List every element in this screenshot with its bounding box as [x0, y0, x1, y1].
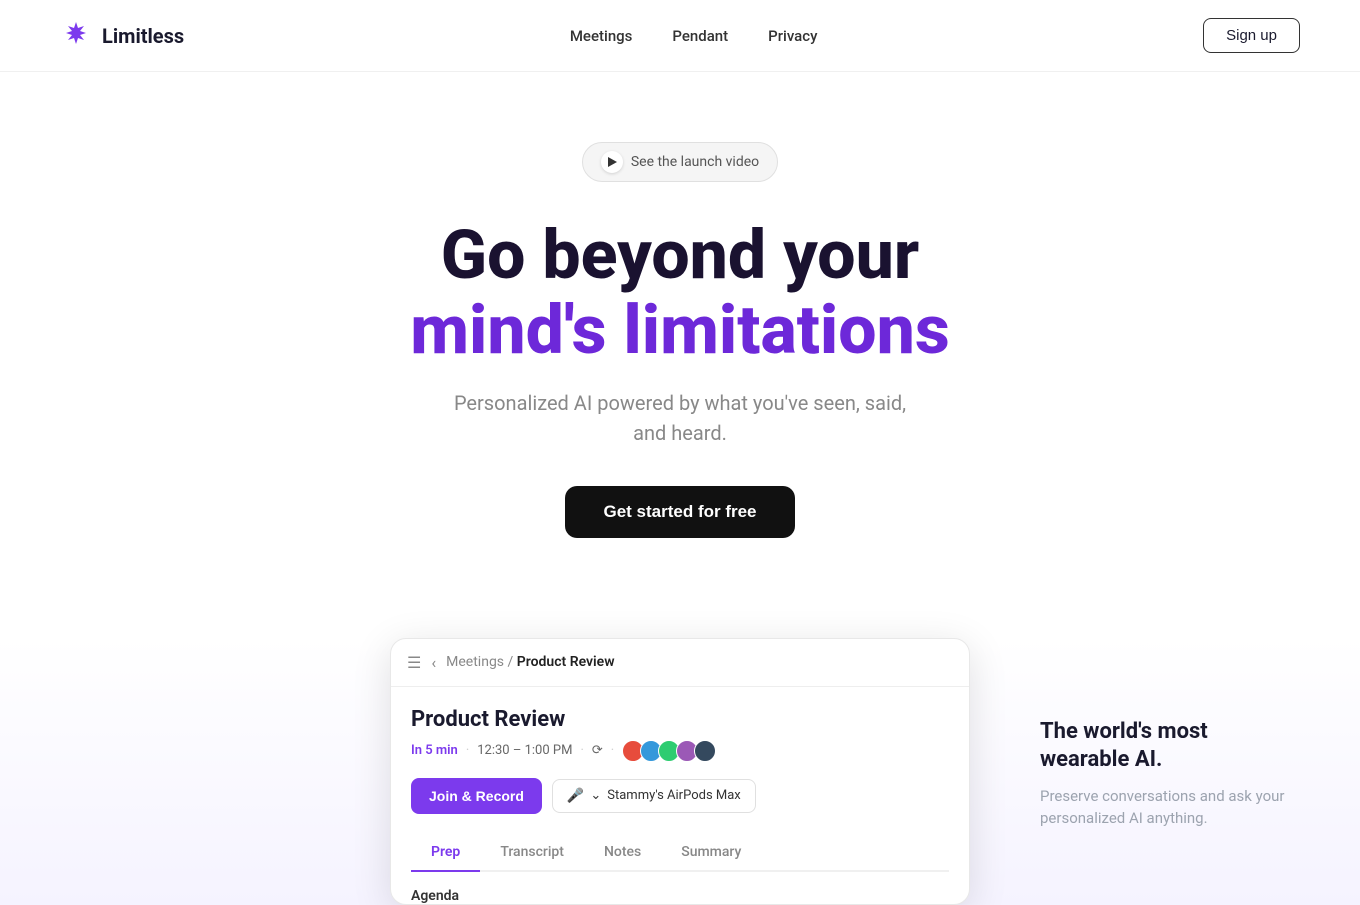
meta-time-prefix: In 5 min [411, 743, 458, 758]
side-text-panel: The world's most wearable AI. Preserve c… [1040, 718, 1300, 830]
meta-separator-2: · [580, 743, 583, 758]
microphone-icon: 🎤 [567, 788, 584, 804]
hero-title-line1: Go beyond your [441, 215, 919, 295]
app-tab-content: Agenda [411, 872, 949, 904]
back-arrow-icon[interactable]: ‹ [431, 653, 436, 672]
app-window: ☰ ‹ Meetings / Product Review Product Re… [390, 638, 970, 905]
cta-button[interactable]: Get started for free [565, 486, 794, 538]
agenda-label: Agenda [411, 888, 949, 904]
mic-label: Stammy's AirPods Max [607, 788, 741, 803]
breadcrumb-page: Product Review [517, 654, 615, 670]
breadcrumb-base: Meetings / [446, 654, 513, 670]
hero-title: Go beyond your mind's limitations [410, 218, 949, 368]
side-text-title: The world's most wearable AI. [1040, 718, 1300, 775]
action-row: Join & Record 🎤 ⌄ Stammy's AirPods Max [411, 778, 949, 814]
play-icon [601, 151, 623, 173]
logo-icon [60, 20, 92, 52]
launch-video-pill[interactable]: See the launch video [582, 142, 778, 182]
app-topbar: ☰ ‹ Meetings / Product Review [391, 639, 969, 687]
nav-links: Meetings Pendant Privacy [570, 26, 818, 45]
meta-time-range: 12:30 – 1:00 PM [477, 743, 572, 758]
app-body: Product Review In 5 min · 12:30 – 1:00 P… [391, 687, 969, 904]
navbar: Limitless Meetings Pendant Privacy Sign … [0, 0, 1360, 72]
app-tabs: Prep Transcript Notes Summary [411, 834, 949, 872]
tab-prep[interactable]: Prep [411, 834, 480, 872]
meeting-meta: In 5 min · 12:30 – 1:00 PM · ⟳ · [411, 740, 949, 762]
logo-link[interactable]: Limitless [60, 20, 184, 52]
signup-button[interactable]: Sign up [1203, 18, 1300, 53]
tab-summary[interactable]: Summary [661, 834, 761, 872]
nav-meetings[interactable]: Meetings [570, 27, 633, 45]
logo-text: Limitless [102, 24, 184, 48]
launch-pill-label: See the launch video [631, 154, 759, 170]
hero-subtitle: Personalized AI powered by what you've s… [440, 388, 920, 448]
meta-separator-3: · [611, 743, 614, 758]
nav-privacy[interactable]: Privacy [768, 27, 817, 45]
meeting-title: Product Review [411, 707, 949, 732]
avatar-5 [694, 740, 716, 762]
hero-title-line2: mind's limitations [410, 290, 949, 370]
hamburger-icon[interactable]: ☰ [407, 653, 421, 672]
refresh-icon: ⟳ [592, 743, 603, 758]
meta-separator-1: · [466, 743, 469, 758]
avatar-group [622, 740, 716, 762]
tab-transcript[interactable]: Transcript [480, 834, 584, 872]
side-text-subtitle: Preserve conversations and ask your pers… [1040, 785, 1300, 830]
mic-chevron-down: ⌄ [590, 788, 601, 803]
nav-pendant[interactable]: Pendant [672, 27, 728, 45]
preview-section: ☰ ‹ Meetings / Product Review Product Re… [0, 638, 1360, 905]
hero-section: See the launch video Go beyond your mind… [0, 72, 1360, 578]
breadcrumb: Meetings / Product Review [446, 654, 614, 670]
tab-notes[interactable]: Notes [584, 834, 661, 872]
mic-selector[interactable]: 🎤 ⌄ Stammy's AirPods Max [552, 779, 756, 813]
join-record-button[interactable]: Join & Record [411, 778, 542, 814]
